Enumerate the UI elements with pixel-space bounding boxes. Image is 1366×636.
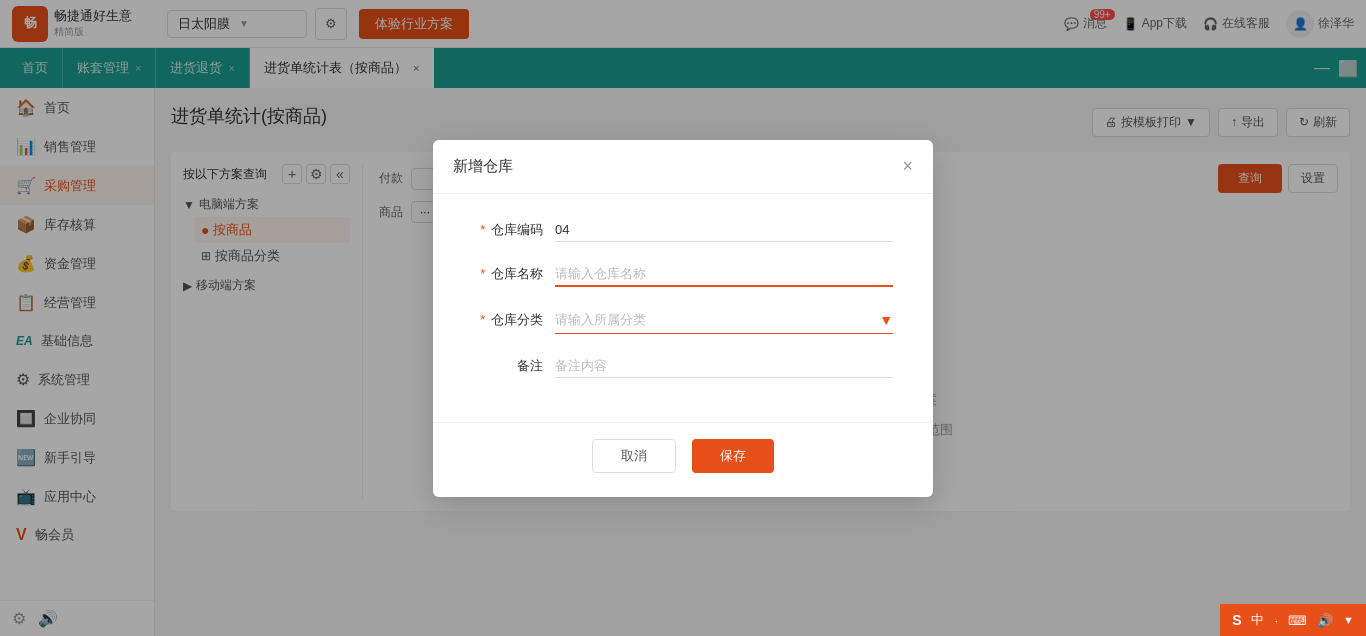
new-warehouse-modal: 新增仓库 × * 仓库编码 * 仓库名称 [433, 140, 933, 497]
warehouse-category-placeholder: 请输入所属分类 [555, 311, 646, 329]
required-star: * [480, 222, 485, 237]
warehouse-category-label: * 仓库分类 [473, 311, 543, 329]
modal-title: 新增仓库 [453, 157, 513, 176]
speaker-icon[interactable]: 🔊 [1317, 613, 1333, 628]
modal-body: * 仓库编码 * 仓库名称 * 仓库分类 请输入 [433, 194, 933, 422]
warehouse-category-select[interactable]: 请输入所属分类 ▼ [555, 307, 893, 334]
modal-overlay: 新增仓库 × * 仓库编码 * 仓库名称 [0, 0, 1366, 636]
warehouse-remark-input[interactable] [555, 354, 893, 378]
warehouse-code-input[interactable] [555, 218, 893, 242]
modal-close-button[interactable]: × [902, 156, 913, 177]
dot-icon: · [1274, 613, 1278, 628]
sougou-icon[interactable]: S [1232, 612, 1241, 628]
save-button[interactable]: 保存 [692, 439, 774, 473]
warehouse-name-input[interactable] [555, 262, 893, 287]
warehouse-category-row: * 仓库分类 请输入所属分类 ▼ [473, 307, 893, 334]
warehouse-name-row: * 仓库名称 [473, 262, 893, 287]
bottom-bar: S 中 · ⌨ 🔊 ▼ [1220, 604, 1366, 636]
required-star-3: * [480, 312, 485, 327]
warehouse-code-label: * 仓库编码 [473, 221, 543, 239]
warehouse-remark-row: 备注 [473, 354, 893, 378]
cancel-button[interactable]: 取消 [592, 439, 676, 473]
warehouse-remark-label: 备注 [473, 357, 543, 375]
dropdown-icon[interactable]: ▼ [1343, 614, 1354, 626]
warehouse-name-label: * 仓库名称 [473, 265, 543, 283]
warehouse-category-arrow-icon: ▼ [879, 312, 893, 328]
required-star-2: * [480, 266, 485, 281]
modal-header: 新增仓库 × [433, 140, 933, 194]
chinese-input-icon[interactable]: 中 [1251, 611, 1264, 629]
warehouse-code-row: * 仓库编码 [473, 218, 893, 242]
keyboard-icon[interactable]: ⌨ [1288, 613, 1307, 628]
modal-footer: 取消 保存 [433, 422, 933, 497]
